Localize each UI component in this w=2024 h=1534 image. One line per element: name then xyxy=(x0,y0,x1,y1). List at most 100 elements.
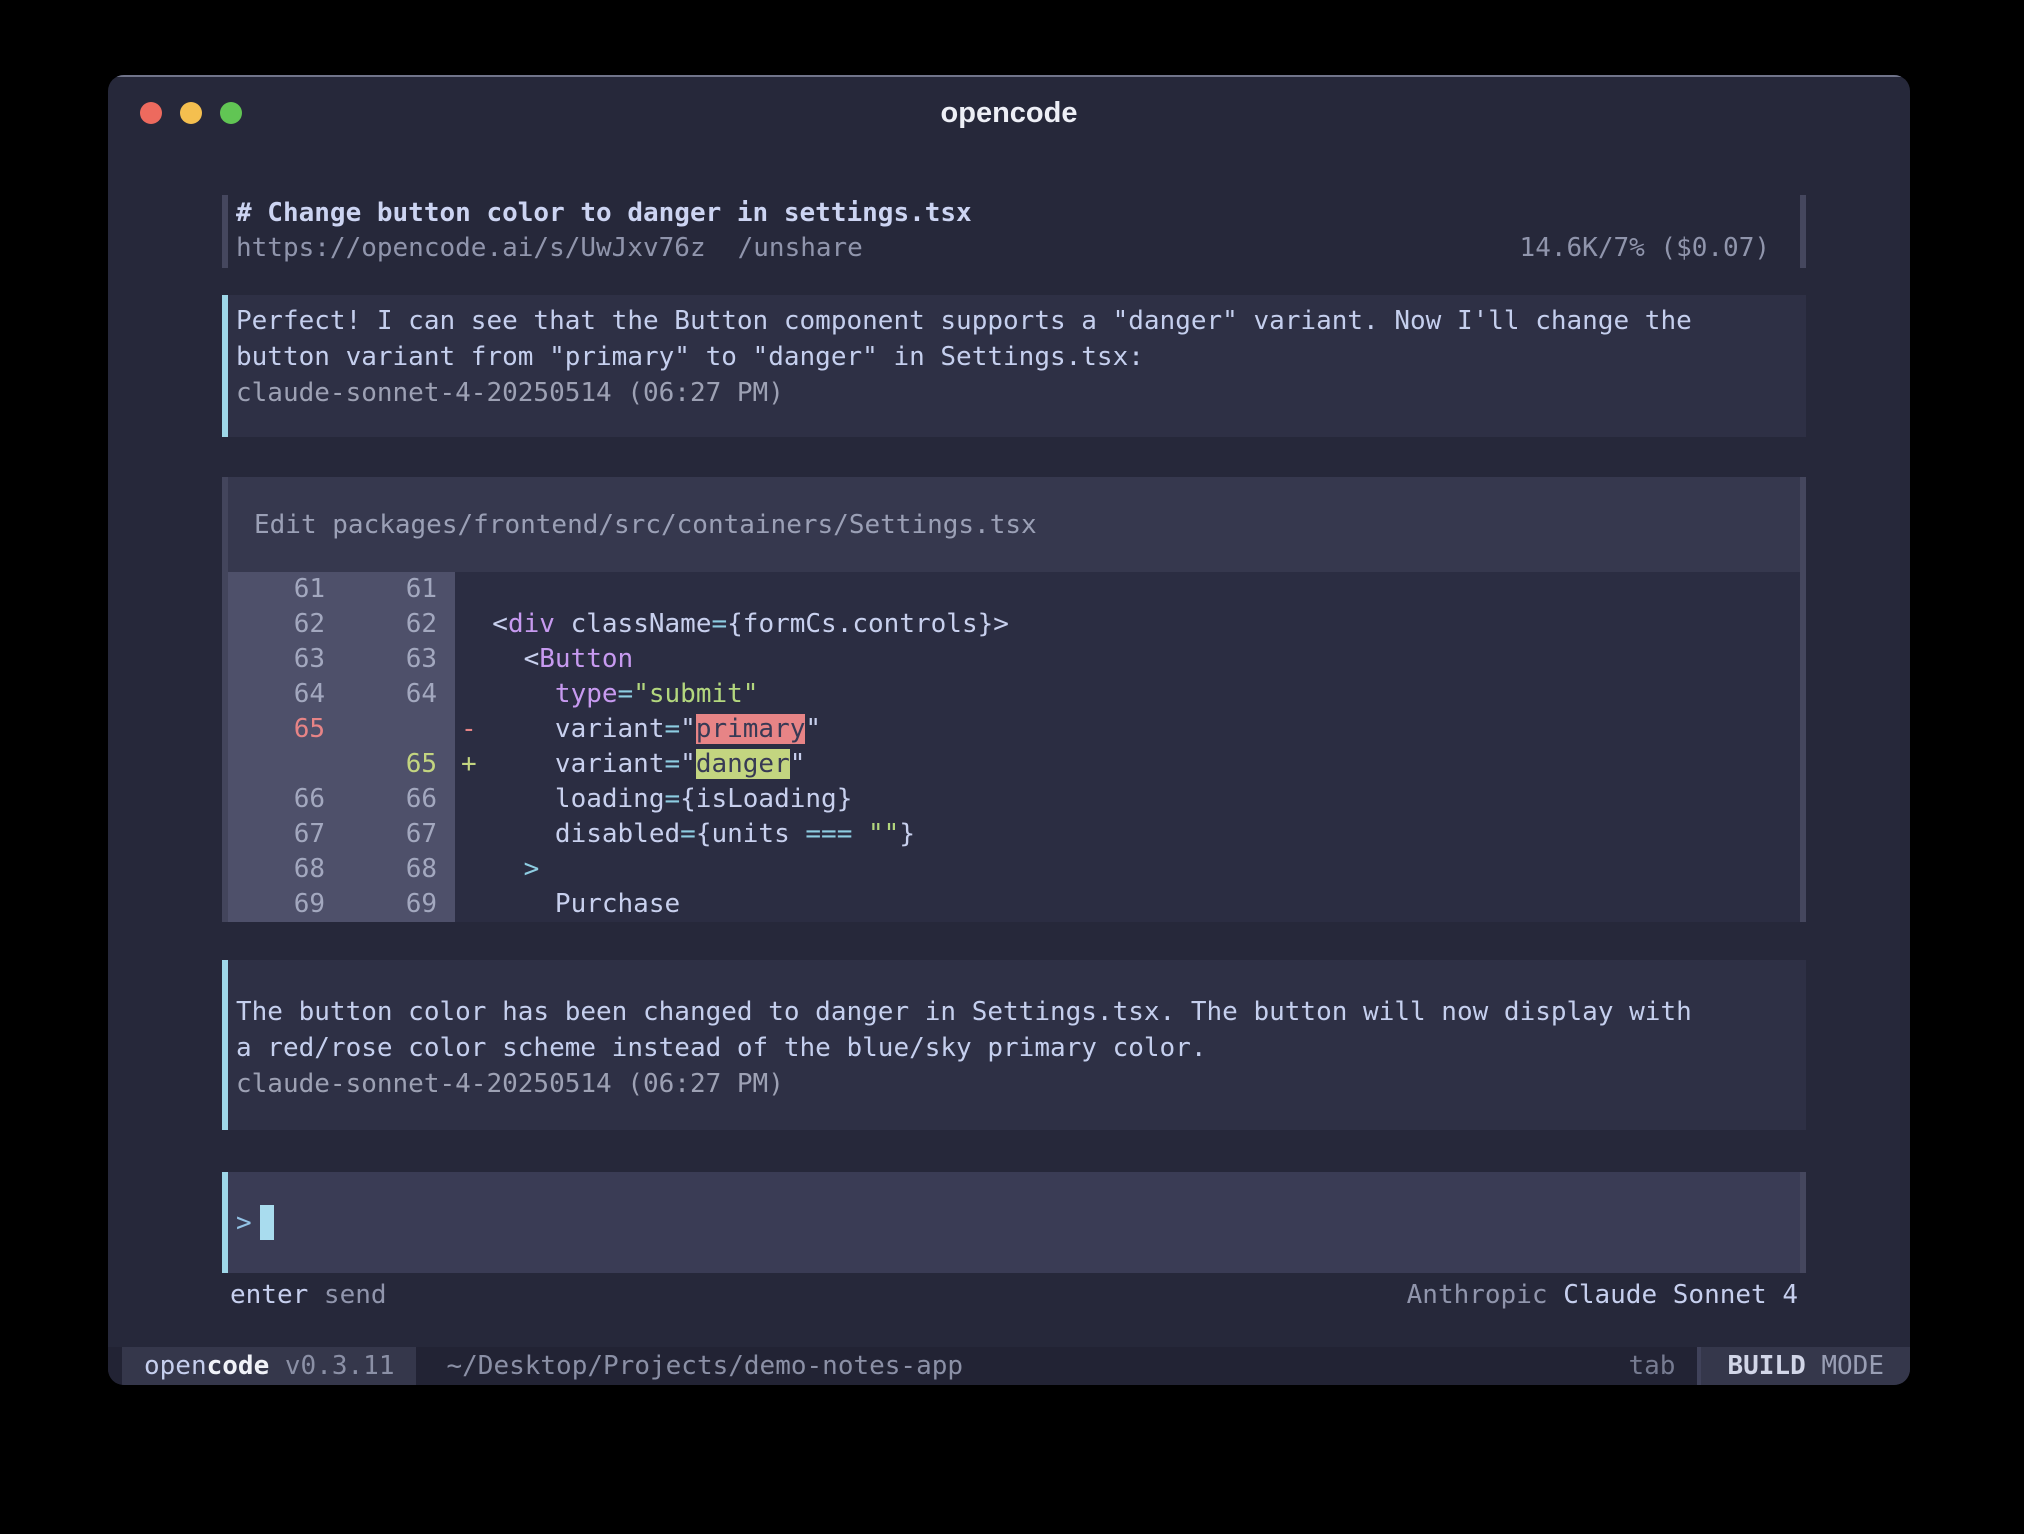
titlebar: opencode xyxy=(108,75,1910,145)
diff-new-line-number: 64 xyxy=(325,677,437,712)
code-segment: div xyxy=(508,609,555,639)
diff-gutter-pad xyxy=(437,887,455,922)
message-line: button variant from "primary" to "danger… xyxy=(222,339,1806,375)
diff-code-line: - variant="primary" xyxy=(455,712,1800,747)
diff-marker: + xyxy=(461,747,477,782)
mode-suffix: MODE xyxy=(1821,1351,1884,1381)
code-segment: primary xyxy=(696,714,806,744)
diff-gutter-pad xyxy=(437,642,455,677)
diff-old-line-number: 61 xyxy=(228,572,325,607)
code-segment: = xyxy=(665,714,681,744)
diff-code-line: + variant="danger" xyxy=(455,747,1800,782)
diff-row: 6666 loading={isLoading} xyxy=(228,782,1800,817)
diff-code-line: Purchase xyxy=(455,887,1800,922)
diff-row: 6262 <div className={formCs.controls}> xyxy=(228,607,1800,642)
diff-code-line: > xyxy=(455,852,1800,887)
message-accent-bar xyxy=(222,960,228,1130)
diff-left-rule xyxy=(222,477,228,922)
code-segment: variant xyxy=(461,714,665,744)
code-segment: < xyxy=(461,644,539,674)
diff-old-line-number xyxy=(228,747,325,782)
code-segment: Button xyxy=(539,644,633,674)
diff-new-line-number xyxy=(325,712,437,747)
code-segment: className xyxy=(555,609,712,639)
code-segment: " xyxy=(680,749,696,779)
diff-gutter-pad xyxy=(437,747,455,782)
diff-new-line-number: 61 xyxy=(325,572,437,607)
code-segment: = xyxy=(711,609,727,639)
code-segment: " xyxy=(805,714,821,744)
code-segment: danger xyxy=(696,749,790,779)
code-segment: type xyxy=(555,679,618,709)
message-meta: claude-sonnet-4-20250514 (06:27 PM) xyxy=(222,1066,1806,1102)
session-title: # Change button color to danger in setti… xyxy=(222,195,1806,231)
code-segment xyxy=(461,679,555,709)
edit-tool-card: Edit packages/frontend/src/containers/Se… xyxy=(222,477,1806,922)
session-right-rule xyxy=(1800,195,1806,268)
edit-tool-title: Edit packages/frontend/src/containers/Se… xyxy=(228,477,1800,572)
code-segment: = xyxy=(665,749,681,779)
build-mode-badge: BUILD MODE xyxy=(1701,1347,1910,1385)
code-segment: Purchase xyxy=(461,889,680,919)
diff-gutter-pad xyxy=(437,712,455,747)
window-title: opencode xyxy=(108,97,1910,130)
assistant-message: Perfect! I can see that the Button compo… xyxy=(222,295,1806,437)
session-header: # Change button color to danger in setti… xyxy=(222,195,1806,268)
diff-old-line-number: 69 xyxy=(228,887,325,922)
send-label: send xyxy=(308,1277,386,1313)
diff-old-line-number: 68 xyxy=(228,852,325,887)
diff-code-line: type="submit" xyxy=(455,677,1800,712)
diff-new-line-number: 65 xyxy=(325,747,437,782)
code-segment: = xyxy=(680,819,696,849)
diff-marker: - xyxy=(461,712,477,747)
hint-row: enter send Anthropic Claude Sonnet 4 xyxy=(222,1277,1806,1313)
unshare-command[interactable]: /unshare xyxy=(738,231,863,265)
diff-old-line-number: 66 xyxy=(228,782,325,817)
diff-new-line-number: 68 xyxy=(325,852,437,887)
prompt-input[interactable]: > xyxy=(222,1172,1806,1273)
diff-row: 6767 disabled={units === ""} xyxy=(228,817,1800,852)
diff-row: 6464 type="submit" xyxy=(228,677,1800,712)
enter-key-hint: enter xyxy=(230,1277,308,1313)
assistant-message: The button color has been changed to dan… xyxy=(222,960,1806,1130)
diff-gutter-pad xyxy=(437,572,455,607)
model-provider: Anthropic xyxy=(1407,1277,1564,1313)
code-segment xyxy=(461,854,524,884)
diff-code-line: <div className={formCs.controls}> xyxy=(455,607,1800,642)
diff-new-line-number: 62 xyxy=(325,607,437,642)
code-segment: } xyxy=(899,819,915,849)
diff-row: 6363 <Button xyxy=(228,642,1800,677)
diff-gutter-pad xyxy=(437,852,455,887)
code-segment: > xyxy=(524,854,540,884)
message-line: a red/rose color scheme instead of the b… xyxy=(222,1030,1806,1066)
code-segment xyxy=(852,819,868,849)
code-segment: {isLoading} xyxy=(680,784,852,814)
diff-code-line: loading={isLoading} xyxy=(455,782,1800,817)
diff-new-line-number: 66 xyxy=(325,782,437,817)
diff-code-line: <Button xyxy=(455,642,1800,677)
diff-new-line-number: 67 xyxy=(325,817,437,852)
input-right-rule xyxy=(1800,1172,1806,1273)
app-name-bold: code xyxy=(207,1351,270,1381)
code-segment: loading xyxy=(461,784,665,814)
code-segment: disabled xyxy=(461,819,680,849)
code-segment: " xyxy=(790,749,806,779)
context-stats: 14.6K/7% ($0.07) xyxy=(1520,231,1770,265)
message-meta: claude-sonnet-4-20250514 (06:27 PM) xyxy=(222,375,1806,411)
code-segment: {formCs.controls}> xyxy=(727,609,1009,639)
code-segment: = xyxy=(618,679,634,709)
code-segment: {units xyxy=(696,819,806,849)
diff-old-line-number: 62 xyxy=(228,607,325,642)
diff-gutter-pad xyxy=(437,607,455,642)
diff-gutter-pad xyxy=(437,782,455,817)
share-url-link[interactable]: https://opencode.ai/s/UwJxv76z xyxy=(236,231,706,265)
opencode-terminal-window: opencode # Change button color to danger… xyxy=(108,75,1910,1385)
status-bar: opencode v0.3.11 ~/Desktop/Projects/demo… xyxy=(108,1347,1910,1385)
diff-row: 65- variant="primary" xyxy=(228,712,1800,747)
diff-row: 6161 xyxy=(228,572,1800,607)
input-accent-bar xyxy=(222,1172,228,1273)
code-segment: = xyxy=(665,784,681,814)
diff-table: 61616262 <div className={formCs.controls… xyxy=(228,572,1800,922)
diff-code-line: disabled={units === ""} xyxy=(455,817,1800,852)
session-spacer xyxy=(863,231,1520,265)
